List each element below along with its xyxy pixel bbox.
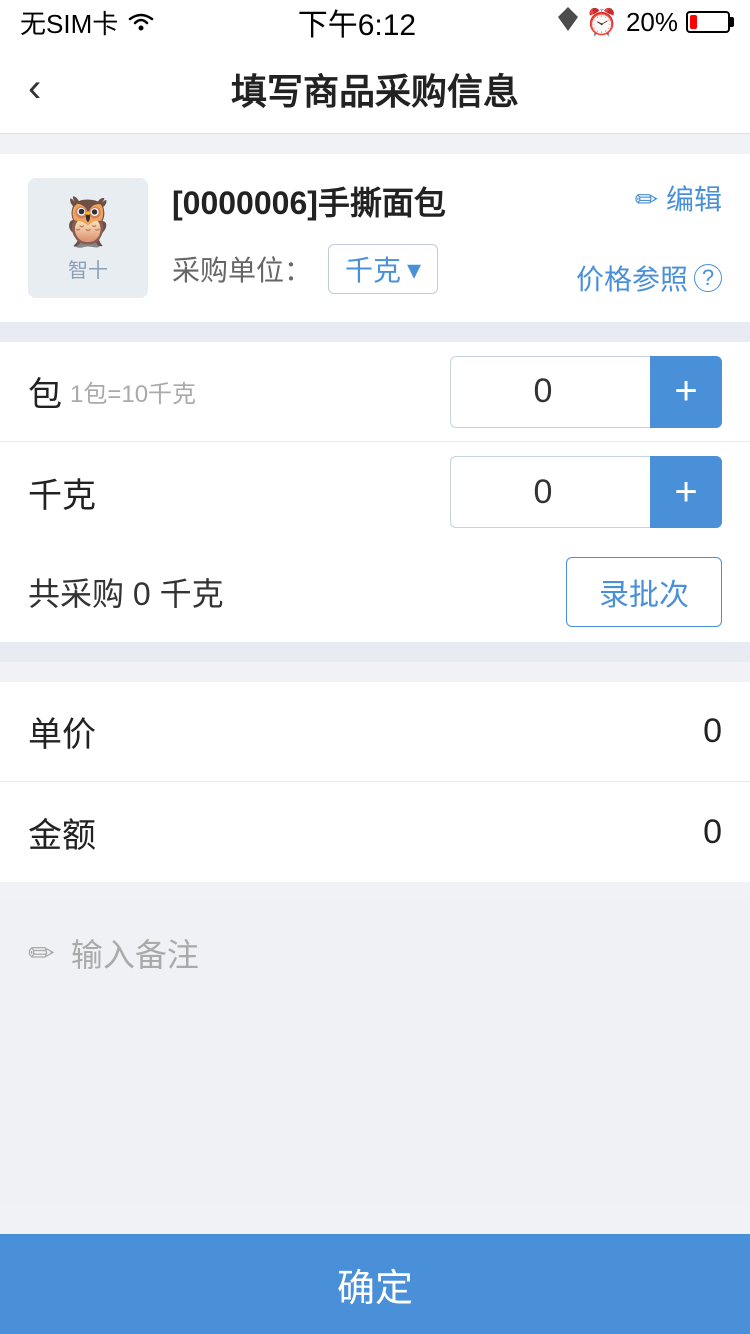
battery-percent: 20% (626, 7, 678, 38)
bao-plus-button[interactable]: + (650, 356, 722, 428)
unit-price-row: 单价 0 (0, 682, 750, 782)
price-ref-label: 价格参照 (576, 258, 688, 298)
record-batch-button[interactable]: 录批次 (566, 557, 722, 627)
unit-value: 千克 (345, 249, 401, 289)
nav-bar: ‹ 填写商品采购信息 (0, 44, 750, 134)
price-ref-help-icon: ? (694, 264, 722, 292)
confirm-button[interactable]: 确定 (0, 1234, 750, 1334)
section-divider-2 (0, 642, 750, 662)
bao-sublabel: 1包=10千克 (70, 374, 196, 409)
unit-label: 采购单位： (172, 249, 312, 289)
summary-text: 共采购 0 千克 (28, 569, 224, 615)
bao-label: 包 (28, 367, 62, 416)
status-left: 无SIM卡 (20, 4, 156, 41)
amount-value: 0 (703, 813, 722, 852)
kg-qty-input[interactable] (450, 456, 650, 528)
summary-row: 共采购 0 千克 录批次 (0, 542, 750, 642)
info-section: 单价 0 金额 0 (0, 682, 750, 882)
price-ref-button[interactable]: 价格参照 ? (576, 258, 722, 298)
note-pencil-icon: ✏ (28, 934, 55, 972)
status-bar: 无SIM卡 下午6:12 ⏰ 20% (0, 0, 750, 44)
unit-select[interactable]: 千克 ▾ (328, 244, 438, 294)
kg-plus-button[interactable]: + (650, 456, 722, 528)
product-thumb-icon: 🦉 (58, 193, 118, 250)
amount-row: 金额 0 (0, 782, 750, 882)
product-card: 🦉 智十 [0000006]手撕面包 采购单位： 千克 ▾ ✏ 编辑 价格参照 … (0, 154, 750, 322)
carrier-text: 无SIM卡 (20, 4, 118, 41)
dropdown-arrow-icon: ▾ (407, 253, 421, 286)
edit-button[interactable]: ✏ 编辑 (635, 178, 722, 218)
bao-qty-input[interactable] (450, 356, 650, 428)
note-placeholder: 输入备注 (71, 930, 199, 976)
battery-icon (686, 11, 730, 33)
quantity-input-section: 包 1包=10千克 + 千克 + (0, 342, 750, 542)
page-title: 填写商品采购信息 (231, 63, 519, 115)
section-divider-1 (0, 322, 750, 342)
content-spacer (0, 1004, 750, 1204)
note-section[interactable]: ✏ 输入备注 (0, 902, 750, 1004)
amount-label: 金额 (28, 808, 96, 857)
back-button[interactable]: ‹ (28, 66, 41, 111)
product-thumb-sub: 智十 (68, 254, 108, 283)
wifi-icon (126, 7, 156, 38)
status-right: ⏰ 20% (558, 7, 730, 38)
product-thumbnail: 🦉 智十 (28, 178, 148, 298)
location-icon (558, 7, 578, 38)
unit-price-value: 0 (703, 712, 722, 751)
status-time: 下午6:12 (298, 0, 416, 44)
bao-input-row: 包 1包=10千克 + (0, 342, 750, 442)
kg-input-row: 千克 + (0, 442, 750, 542)
kg-label: 千克 (28, 468, 96, 517)
alarm-icon: ⏰ (586, 7, 618, 38)
unit-price-label: 单价 (28, 707, 96, 756)
kg-qty-wrap: + (450, 456, 722, 528)
bao-qty-wrap: + (450, 356, 722, 428)
